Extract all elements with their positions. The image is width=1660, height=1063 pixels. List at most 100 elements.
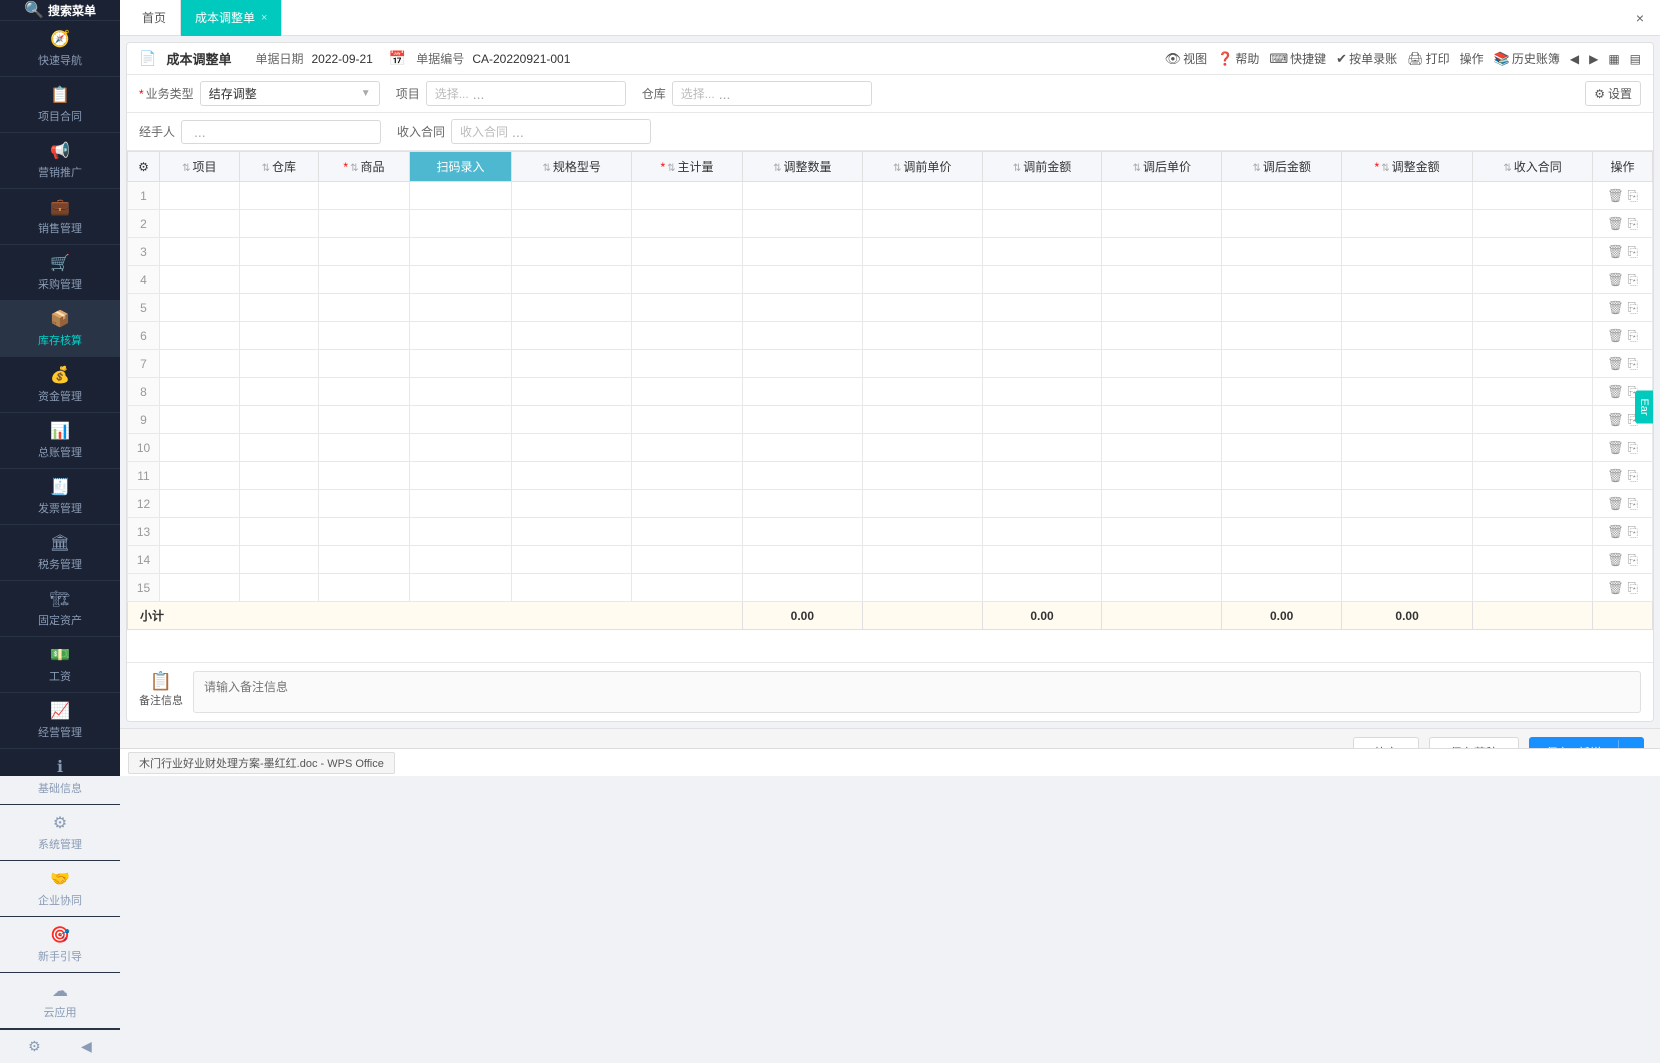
cell-scan[interactable] (409, 322, 511, 350)
delete-icon[interactable]: 🗑 (1607, 188, 1624, 204)
cell-unit[interactable] (632, 266, 743, 294)
cell-income-contract[interactable] (1473, 518, 1593, 546)
cell-adjust-qty[interactable] (742, 546, 862, 574)
window-close-icon[interactable]: × (1628, 10, 1652, 26)
copy-icon[interactable]: ⎘ (1628, 188, 1638, 204)
cell-after-price[interactable] (1102, 434, 1222, 462)
cell-scan[interactable] (409, 266, 511, 294)
copy-icon[interactable]: ⎘ (1628, 356, 1638, 372)
cell-prev-amount[interactable] (982, 294, 1102, 322)
delete-icon[interactable]: 🗑 (1607, 524, 1624, 540)
cell-warehouse[interactable] (239, 350, 319, 378)
cell-project[interactable] (160, 322, 240, 350)
cell-prev-amount[interactable] (982, 322, 1102, 350)
check-btn[interactable]: ✔ 按单录账 (1336, 50, 1397, 67)
col-product[interactable]: ⇅商品 (319, 152, 410, 182)
operation-btn[interactable]: 操作 (1460, 50, 1484, 67)
print-btn[interactable]: 🖨 打印 (1407, 50, 1450, 67)
cell-adjust-amount[interactable] (1342, 182, 1473, 210)
cell-scan[interactable] (409, 350, 511, 378)
cell-warehouse[interactable] (239, 434, 319, 462)
copy-icon[interactable]: ⎘ (1628, 216, 1638, 232)
cell-adjust-qty[interactable] (742, 406, 862, 434)
cell-prev-price[interactable] (862, 462, 982, 490)
cell-product[interactable] (319, 238, 410, 266)
sidebar-item-project-contract[interactable]: 📋项目合同 (0, 77, 120, 133)
delete-icon[interactable]: 🗑 (1607, 440, 1624, 456)
col-prev-amount[interactable]: ⇅调前金额 (982, 152, 1102, 182)
cell-adjust-qty[interactable] (742, 462, 862, 490)
copy-icon[interactable]: ⎘ (1628, 524, 1638, 540)
cell-project[interactable] (160, 210, 240, 238)
col-adjust-qty[interactable]: ⇅调整数量 (742, 152, 862, 182)
cell-unit[interactable] (632, 294, 743, 322)
cell-prev-price[interactable] (862, 182, 982, 210)
cell-income-contract[interactable] (1473, 546, 1593, 574)
cell-unit[interactable] (632, 378, 743, 406)
cell-scan[interactable] (409, 210, 511, 238)
cell-product[interactable] (319, 574, 410, 602)
cell-spec[interactable] (512, 266, 632, 294)
grid1-btn[interactable]: ▦ (1608, 52, 1619, 66)
cell-after-price[interactable] (1102, 350, 1222, 378)
cell-product[interactable] (319, 294, 410, 322)
cell-adjust-qty[interactable] (742, 266, 862, 294)
cell-prev-amount[interactable] (982, 266, 1102, 294)
delete-icon[interactable]: 🗑 (1607, 328, 1624, 344)
cell-unit[interactable] (632, 434, 743, 462)
cell-adjust-amount[interactable] (1342, 434, 1473, 462)
col-scan[interactable]: 扫码录入 (409, 152, 511, 182)
delete-icon[interactable]: 🗑 (1607, 384, 1624, 400)
copy-icon[interactable]: ⎘ (1628, 468, 1638, 484)
view-btn[interactable]: 👁 视图 (1165, 50, 1208, 67)
cell-warehouse[interactable] (239, 322, 319, 350)
cell-product[interactable] (319, 378, 410, 406)
cell-product[interactable] (319, 462, 410, 490)
cell-adjust-amount[interactable] (1342, 518, 1473, 546)
prev-btn[interactable]: ◀ (1570, 52, 1579, 66)
cell-after-price[interactable] (1102, 574, 1222, 602)
delete-icon[interactable]: 🗑 (1607, 412, 1624, 428)
cell-adjust-amount[interactable] (1342, 490, 1473, 518)
project-input[interactable]: 选择... ... (426, 81, 626, 106)
delete-icon[interactable]: 🗑 (1607, 468, 1624, 484)
cell-adjust-qty[interactable] (742, 210, 862, 238)
cell-adjust-amount[interactable] (1342, 238, 1473, 266)
settings-btn[interactable]: ⚙ 设置 (1585, 81, 1641, 106)
cell-scan[interactable] (409, 182, 511, 210)
sidebar-item-purchase-mgmt[interactable]: 🛒采购管理 (0, 245, 120, 301)
delete-icon[interactable]: 🗑 (1607, 244, 1624, 260)
cell-after-amount[interactable] (1222, 350, 1342, 378)
cell-unit[interactable] (632, 406, 743, 434)
cell-project[interactable] (160, 350, 240, 378)
cell-adjust-qty[interactable] (742, 238, 862, 266)
sidebar-item-tax[interactable]: 🏛税务管理 (0, 525, 120, 581)
cell-adjust-qty[interactable] (742, 182, 862, 210)
cell-adjust-qty[interactable] (742, 518, 862, 546)
cell-unit[interactable] (632, 546, 743, 574)
sidebar-item-basic-info[interactable]: ℹ基础信息 (0, 749, 120, 805)
cell-unit[interactable] (632, 238, 743, 266)
cell-after-price[interactable] (1102, 182, 1222, 210)
cell-after-amount[interactable] (1222, 210, 1342, 238)
sidebar-item-enterprise[interactable]: 🤝企业协同 (0, 861, 120, 917)
cell-product[interactable] (319, 266, 410, 294)
cell-unit[interactable] (632, 322, 743, 350)
col-income-contract[interactable]: ⇅收入合同 (1473, 152, 1593, 182)
cell-product[interactable] (319, 210, 410, 238)
cell-product[interactable] (319, 546, 410, 574)
cell-product[interactable] (319, 518, 410, 546)
cell-prev-amount[interactable] (982, 182, 1102, 210)
cell-adjust-qty[interactable] (742, 574, 862, 602)
notes-icon-block[interactable]: 📋 备注信息 (139, 671, 183, 708)
cell-prev-price[interactable] (862, 518, 982, 546)
cell-prev-amount[interactable] (982, 406, 1102, 434)
cell-prev-price[interactable] (862, 350, 982, 378)
delete-icon[interactable]: 🗑 (1607, 300, 1624, 316)
cell-income-contract[interactable] (1473, 210, 1593, 238)
cell-after-amount[interactable] (1222, 462, 1342, 490)
cell-adjust-amount[interactable] (1342, 406, 1473, 434)
help-btn[interactable]: ❓ 帮助 (1217, 50, 1259, 67)
cell-unit[interactable] (632, 490, 743, 518)
cell-project[interactable] (160, 490, 240, 518)
